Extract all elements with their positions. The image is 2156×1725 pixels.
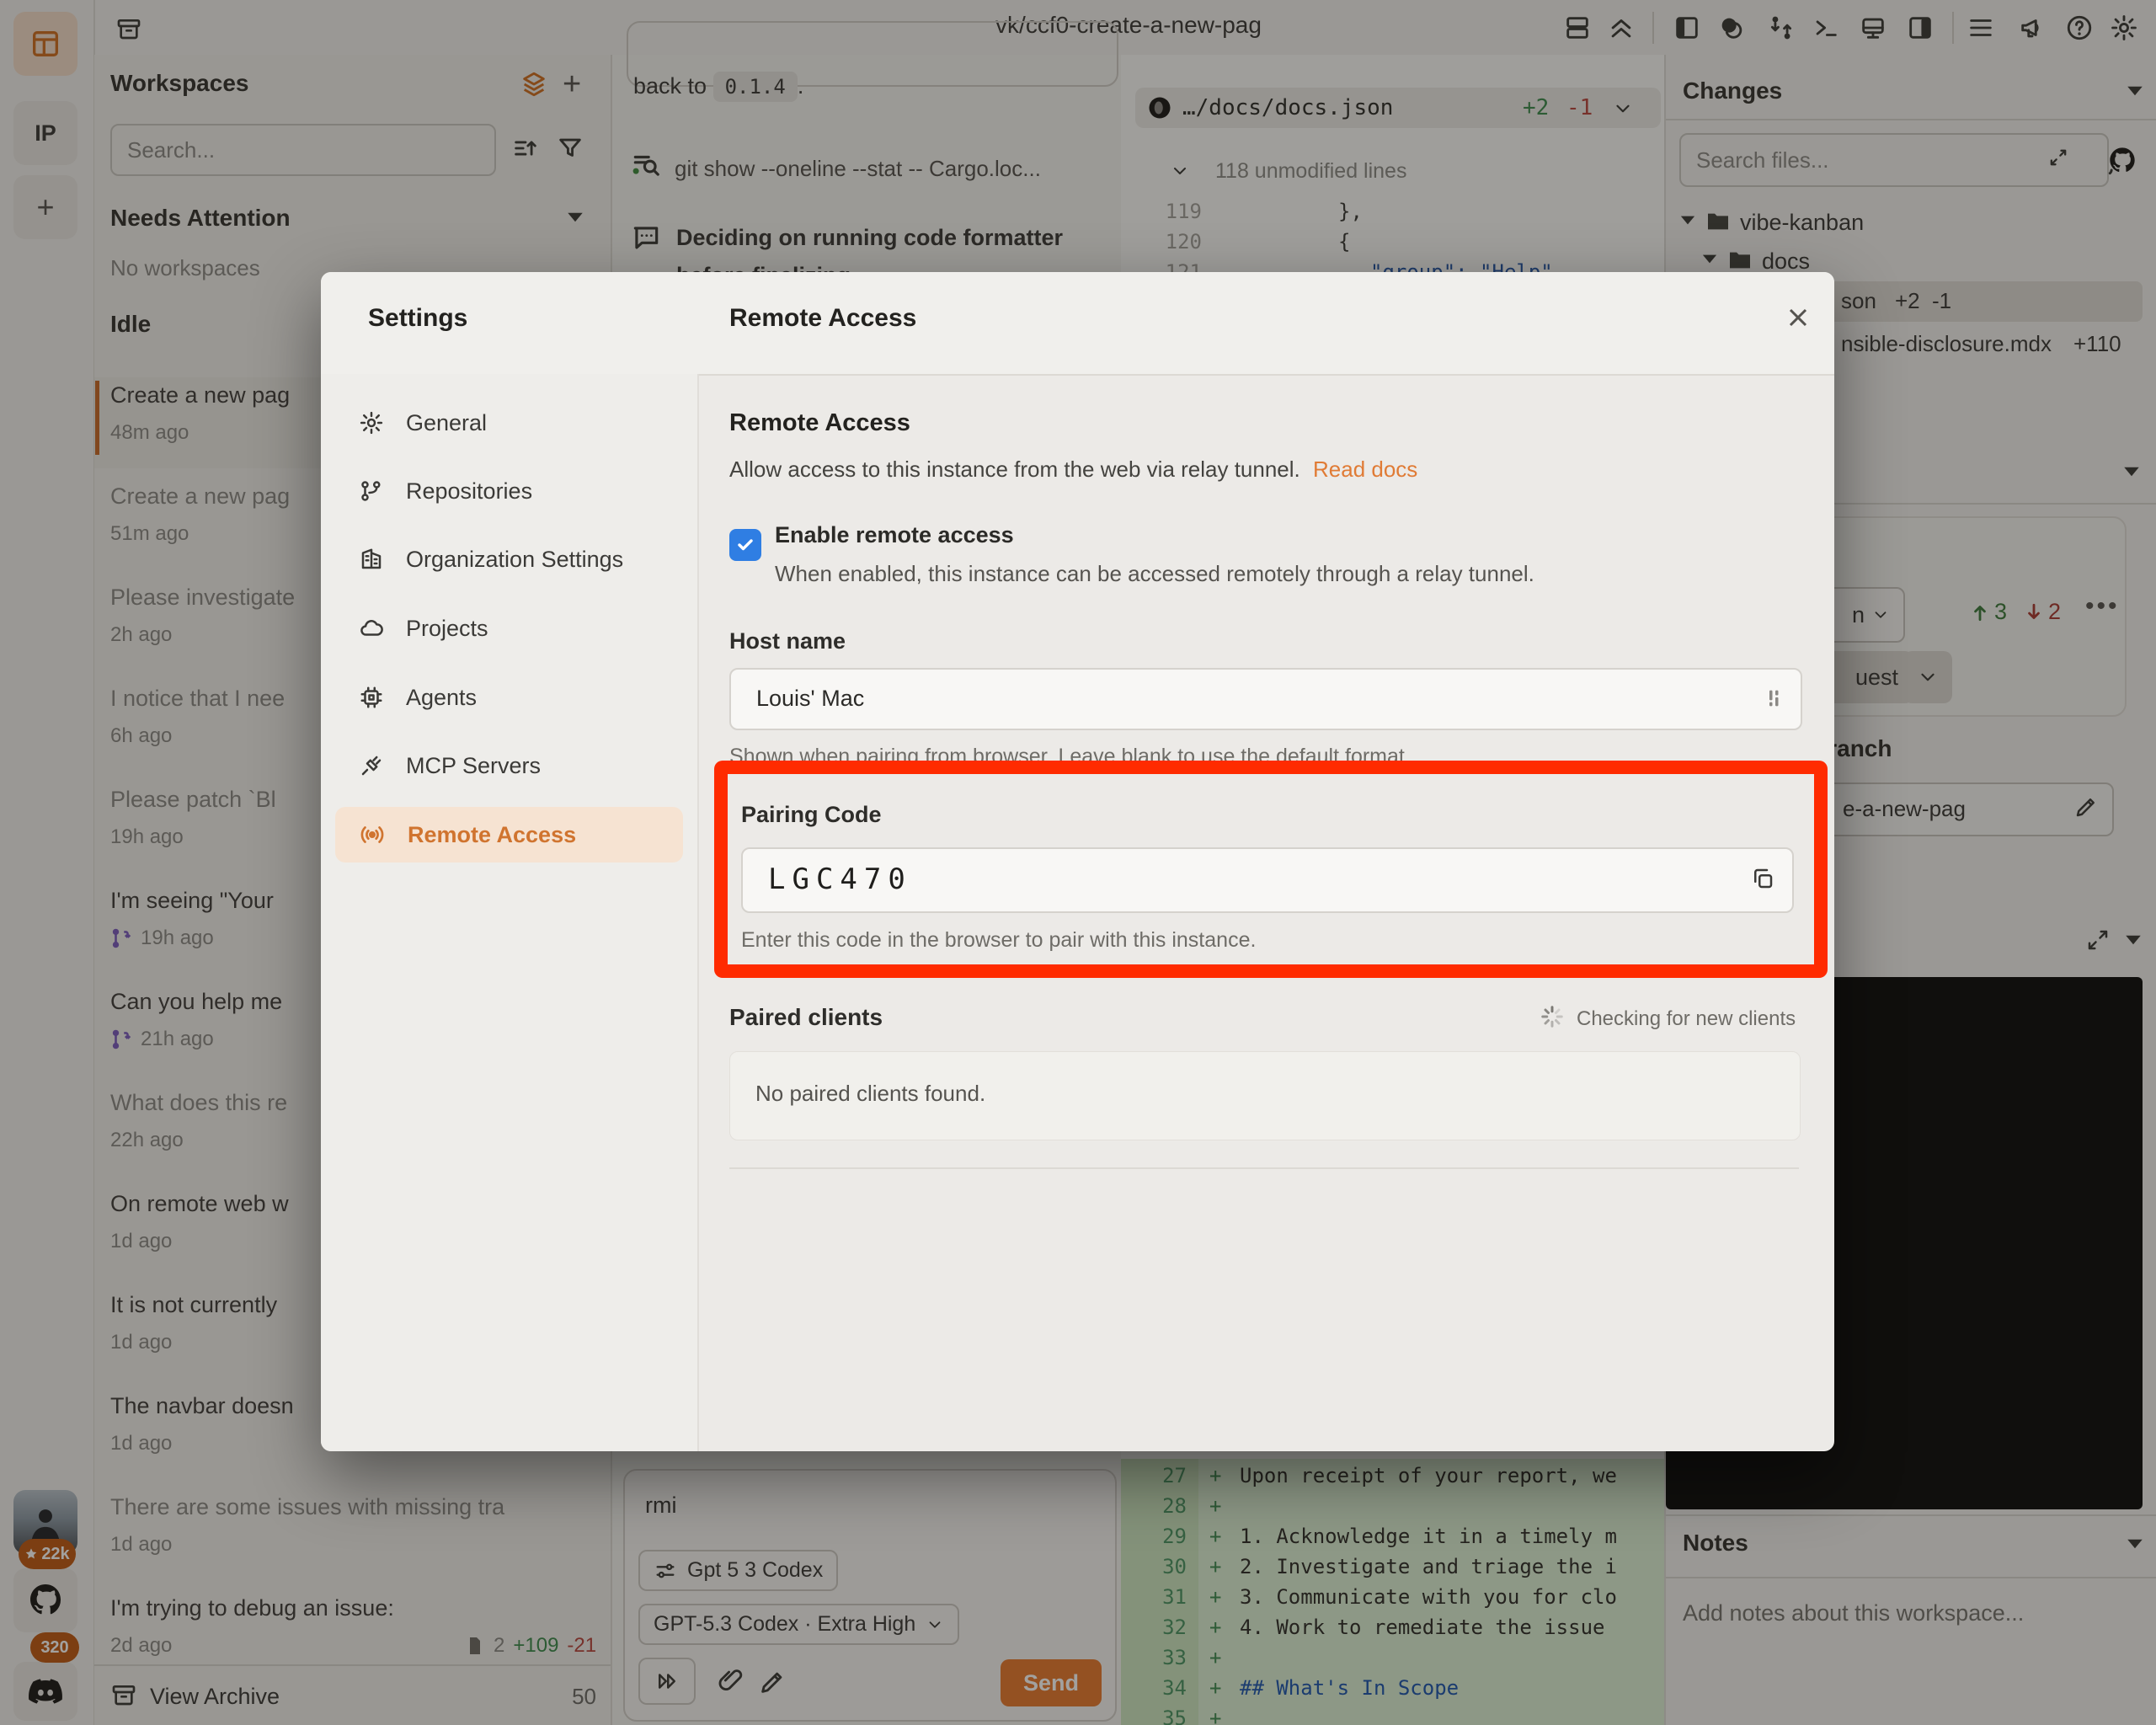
checkbox-label[interactable]: Enable remote access — [775, 522, 1014, 548]
settings-nav: General Repositories Organization Settin… — [321, 374, 699, 1451]
enable-remote-access-checkbox[interactable] — [729, 529, 761, 561]
settings-title: Settings — [368, 304, 467, 333]
host-name-input[interactable]: Louis' Mac — [729, 668, 1802, 730]
nav-item-repositories[interactable]: Repositories — [335, 463, 683, 519]
section-title: Remote Access — [729, 409, 910, 437]
nav-item-remote-access[interactable]: Remote Access — [335, 807, 683, 862]
paired-empty-text: No paired clients found. — [755, 1081, 985, 1107]
section-description: Allow access to this instance from the w… — [729, 457, 1417, 483]
annotation-highlight-box — [714, 761, 1828, 978]
modal-divider — [729, 1167, 1799, 1169]
text-cursor-icon — [1764, 686, 1787, 710]
nav-item-agents[interactable]: Agents — [335, 670, 683, 725]
nav-item-mcp-servers[interactable]: MCP Servers — [335, 738, 683, 793]
nav-item-organization-settings[interactable]: Organization Settings — [335, 531, 683, 587]
host-name-value: Louis' Mac — [756, 686, 864, 712]
checkbox-description: When enabled, this instance can be acces… — [775, 561, 1534, 587]
paired-clients-box: No paired clients found. — [729, 1051, 1801, 1140]
modal-header: Settings Remote Access — [321, 272, 1834, 376]
spinner-icon — [1540, 1004, 1565, 1029]
app-window: vk/ccf0-create-a-new-pag — [0, 0, 2156, 1725]
host-name-label: Host name — [729, 628, 846, 654]
close-icon[interactable] — [1783, 302, 1813, 333]
paired-clients-title: Paired clients — [729, 1004, 883, 1031]
nav-item-general[interactable]: General — [335, 395, 683, 451]
nav-item-projects[interactable]: Projects — [335, 601, 683, 656]
paired-status: Checking for new clients — [1577, 1007, 1796, 1031]
modal-page-title: Remote Access — [729, 304, 916, 333]
read-docs-link[interactable]: Read docs — [1313, 457, 1417, 482]
